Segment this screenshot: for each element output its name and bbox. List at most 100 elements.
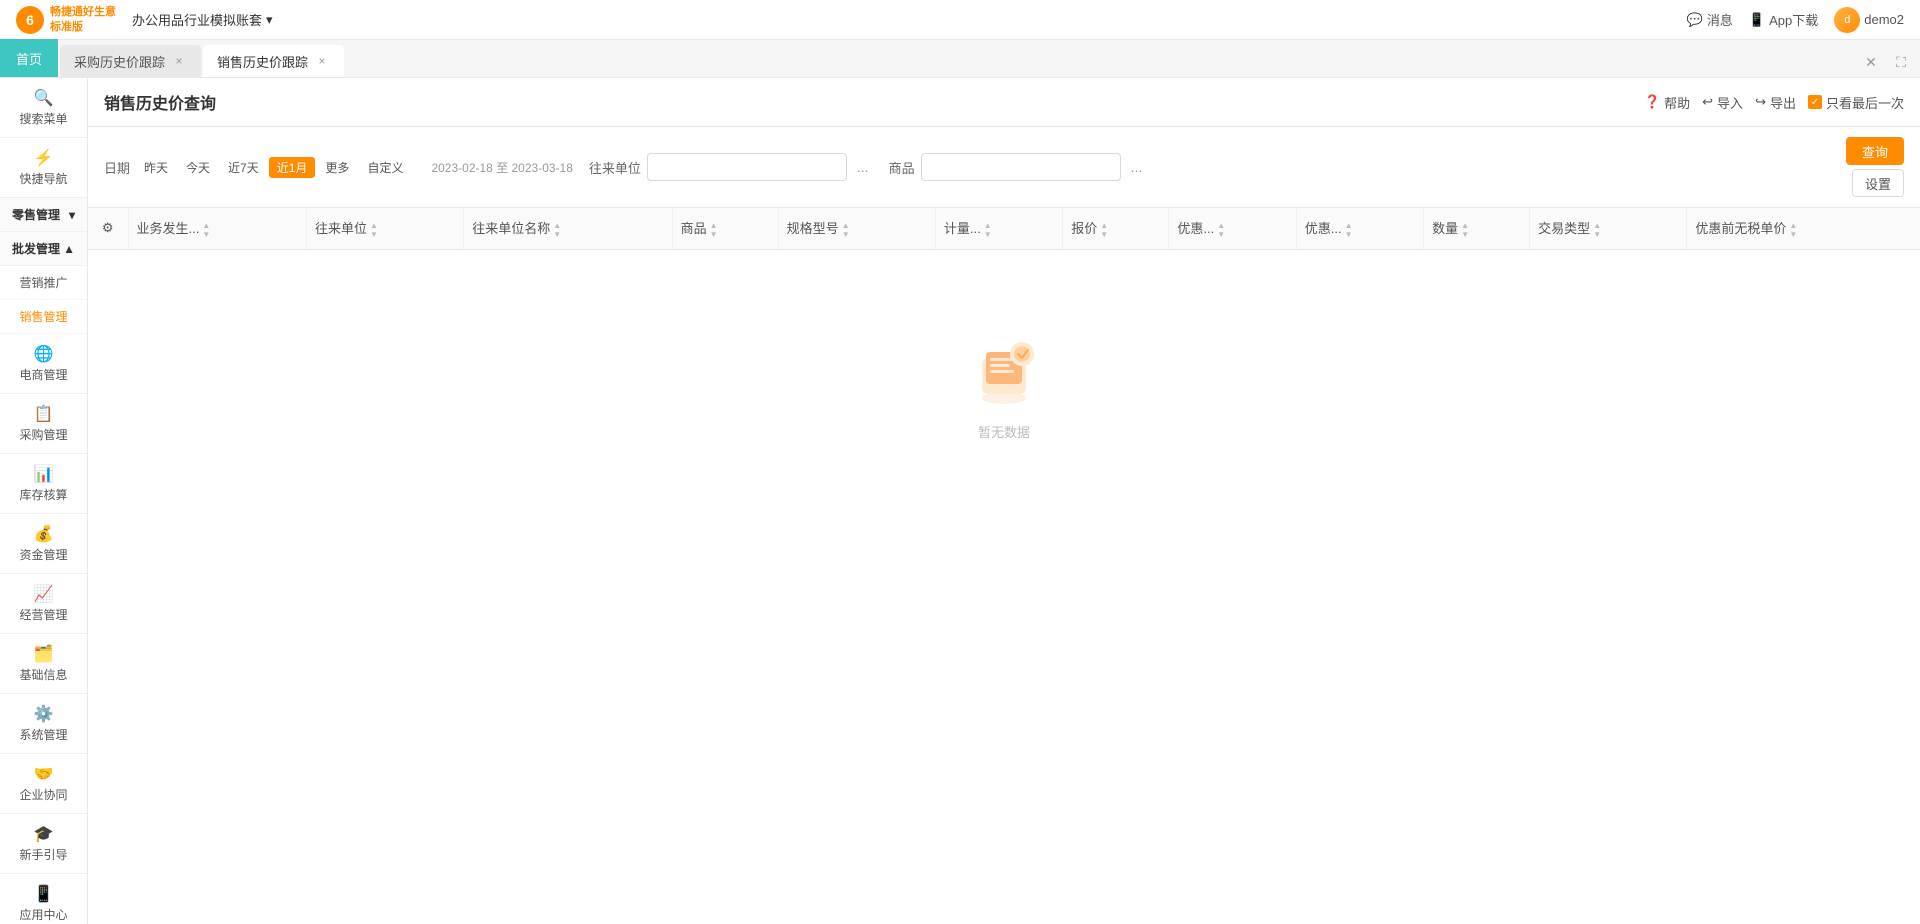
- sidebar-label-collab: 企业协同: [19, 786, 67, 803]
- export-btn[interactable]: ↪ 导出: [1755, 93, 1796, 112]
- user-menu[interactable]: d demo2: [1834, 7, 1904, 33]
- message-btn[interactable]: 💬 消息: [1687, 10, 1733, 29]
- product-filter-group: 商品 ...: [889, 153, 1147, 181]
- col-trade-type[interactable]: 交易类型▲▼: [1530, 208, 1687, 249]
- sidebar-sub-item-marketing[interactable]: 营销推广: [0, 266, 87, 300]
- tab-sales-close[interactable]: ×: [314, 53, 330, 69]
- empty-text: 暂无数据: [978, 422, 1030, 441]
- logo-icon: 6: [16, 6, 44, 34]
- date-chip-yesterday[interactable]: 昨天: [136, 157, 176, 178]
- help-btn[interactable]: ❓ 帮助: [1644, 93, 1690, 112]
- sidebar-item-inventory[interactable]: 📊 库存核算: [0, 454, 87, 514]
- col-discount2[interactable]: 优惠...▲▼: [1296, 208, 1423, 249]
- sidebar-label-basic-info: 基础信息: [19, 666, 67, 683]
- tab-purchase-close[interactable]: ×: [171, 53, 187, 69]
- app-download-btn[interactable]: 📱 App下载: [1749, 10, 1818, 29]
- data-table: ⚙ 业务发生...▲▼ 往来单位▲▼ 往来单位名称▲▼ 商品▲▼: [88, 208, 1920, 250]
- table-container: ⚙ 业务发生...▲▼ 往来单位▲▼ 往来单位名称▲▼ 商品▲▼: [88, 208, 1920, 924]
- tab-purchase-label: 采购历史价跟踪: [74, 52, 165, 71]
- retail-expand-icon: ▾: [69, 208, 75, 222]
- import-icon: ↩: [1702, 94, 1713, 110]
- sidebar-item-newbie[interactable]: 🎓 新手引导: [0, 814, 87, 874]
- date-label: 日期: [104, 158, 130, 177]
- content-area: 销售历史价查询 ❓ 帮助 ↩ 导入 ↪ 导出 ✓ 只看最后一次: [88, 78, 1920, 924]
- partner-dots-btn[interactable]: ...: [853, 159, 873, 175]
- inventory-icon: 📊: [34, 464, 54, 484]
- username-label: demo2: [1864, 12, 1904, 27]
- settings-button[interactable]: 设置: [1852, 169, 1904, 197]
- search-button[interactable]: 查询: [1846, 137, 1904, 165]
- col-qty[interactable]: 数量▲▼: [1424, 208, 1530, 249]
- sidebar-item-basic-info[interactable]: 🗂️ 基础信息: [0, 634, 87, 694]
- tab-sales-label: 销售历史价跟踪: [217, 52, 308, 71]
- col-pretax-price[interactable]: 优惠前无税单价▲▼: [1687, 208, 1920, 249]
- sort-arrows-unit: ▲▼: [984, 221, 992, 239]
- col-biz-date[interactable]: 业务发生...▲▼: [128, 208, 307, 249]
- product-input[interactable]: [921, 153, 1121, 181]
- col-product[interactable]: 商品▲▼: [672, 208, 778, 249]
- app-selector[interactable]: 办公用品行业模拟账套 ▾: [124, 8, 281, 31]
- tab-fullscreen-btn[interactable]: ⛶: [1890, 51, 1912, 73]
- sidebar-item-quicknav[interactable]: ⚡ 快捷导航: [0, 138, 87, 198]
- date-chip-today[interactable]: 今天: [178, 157, 218, 178]
- tab-sales[interactable]: 销售历史价跟踪 ×: [203, 45, 344, 77]
- date-chips: 昨天 今天 近7天 近1月 更多 自定义: [136, 157, 411, 178]
- sidebar-label-ecommerce: 电商管理: [19, 366, 67, 383]
- partner-label: 往来单位: [589, 158, 641, 177]
- empty-state: 暂无数据: [88, 250, 1920, 521]
- sidebar-sub-wholesale: 营销推广 销售管理: [0, 266, 87, 334]
- sidebar-item-enterprise-collab[interactable]: 🤝 企业协同: [0, 754, 87, 814]
- header-right: 💬 消息 📱 App下载 d demo2: [1687, 7, 1904, 33]
- col-partner-name[interactable]: 往来单位名称▲▼: [464, 208, 672, 249]
- sidebar-item-ecommerce[interactable]: 🌐 电商管理: [0, 334, 87, 394]
- col-discount1[interactable]: 优惠...▲▼: [1169, 208, 1296, 249]
- import-btn[interactable]: ↩ 导入: [1702, 93, 1743, 112]
- date-chip-last7[interactable]: 近7天: [220, 157, 267, 178]
- sort-arrows-discount2: ▲▼: [1345, 221, 1353, 239]
- dropdown-icon: ▾: [266, 12, 273, 28]
- sidebar-item-app-center[interactable]: 📱 应用中心: [0, 874, 87, 924]
- col-settings[interactable]: ⚙: [88, 208, 128, 249]
- sidebar-item-purchase[interactable]: 📋 采购管理: [0, 394, 87, 454]
- sidebar-item-retail[interactable]: 零售管理 ▾: [0, 198, 87, 232]
- purchase-icon: 📋: [34, 404, 54, 424]
- sidebar-sub-item-sales-mgmt[interactable]: 销售管理: [0, 300, 87, 334]
- collab-icon: 🤝: [34, 764, 54, 784]
- partner-input[interactable]: [647, 153, 847, 181]
- wholesale-expand-icon: ▲: [63, 242, 75, 256]
- only-last-checkbox[interactable]: ✓ 只看最后一次: [1808, 93, 1904, 112]
- sidebar-label-newbie: 新手引导: [19, 846, 67, 863]
- sort-arrows-partner-name: ▲▼: [553, 221, 561, 239]
- sidebar-item-wholesale[interactable]: 批发管理 ▲: [0, 232, 87, 266]
- logo-area: 6 畅捷通好生意 标准版: [16, 5, 116, 34]
- tab-close-all-btn[interactable]: ✕: [1860, 51, 1882, 73]
- main-layout: 🔍 搜索菜单 ⚡ 快捷导航 零售管理 ▾ 批发管理 ▲ 营销推广 销售管理 🌐 …: [0, 78, 1920, 924]
- col-unit[interactable]: 计量...▲▼: [935, 208, 1062, 249]
- tab-home-label: 首页: [16, 49, 42, 68]
- page-title: 销售历史价查询: [104, 90, 216, 126]
- date-range-text: 2023-02-18 至 2023-03-18: [431, 159, 572, 176]
- sidebar-item-operations[interactable]: 📈 经营管理: [0, 574, 87, 634]
- col-spec[interactable]: 规格型号▲▼: [778, 208, 935, 249]
- app-download-label: App下载: [1769, 10, 1818, 29]
- sidebar-item-finance[interactable]: 💰 资金管理: [0, 514, 87, 574]
- top-header: 6 畅捷通好生意 标准版 办公用品行业模拟账套 ▾ 💬 消息 📱 App下载 d…: [0, 0, 1920, 40]
- sidebar-label-quicknav: 快捷导航: [19, 170, 67, 187]
- product-dots-btn[interactable]: ...: [1127, 159, 1147, 175]
- import-label: 导入: [1717, 93, 1743, 112]
- sidebar-label-purchase: 采购管理: [19, 426, 67, 443]
- quicknav-icon: ⚡: [34, 148, 54, 168]
- col-quote[interactable]: 报价▲▼: [1063, 208, 1169, 249]
- logo-text: 畅捷通好生意 标准版: [50, 5, 116, 34]
- page-header: 销售历史价查询 ❓ 帮助 ↩ 导入 ↪ 导出 ✓ 只看最后一次: [88, 78, 1920, 127]
- sidebar-item-search[interactable]: 🔍 搜索菜单: [0, 78, 87, 138]
- tab-purchase[interactable]: 采购历史价跟踪 ×: [60, 45, 201, 77]
- date-chip-last1m[interactable]: 近1月: [269, 157, 316, 178]
- col-partner-code[interactable]: 往来单位▲▼: [307, 208, 464, 249]
- sidebar-item-system[interactable]: ⚙️ 系统管理: [0, 694, 87, 754]
- date-chip-more[interactable]: 更多: [317, 157, 357, 178]
- tab-home[interactable]: 首页: [0, 39, 58, 77]
- date-chip-custom[interactable]: 自定义: [359, 157, 411, 178]
- search-icon: 🔍: [34, 88, 54, 108]
- table-header-row: ⚙ 业务发生...▲▼ 往来单位▲▼ 往来单位名称▲▼ 商品▲▼: [88, 208, 1920, 249]
